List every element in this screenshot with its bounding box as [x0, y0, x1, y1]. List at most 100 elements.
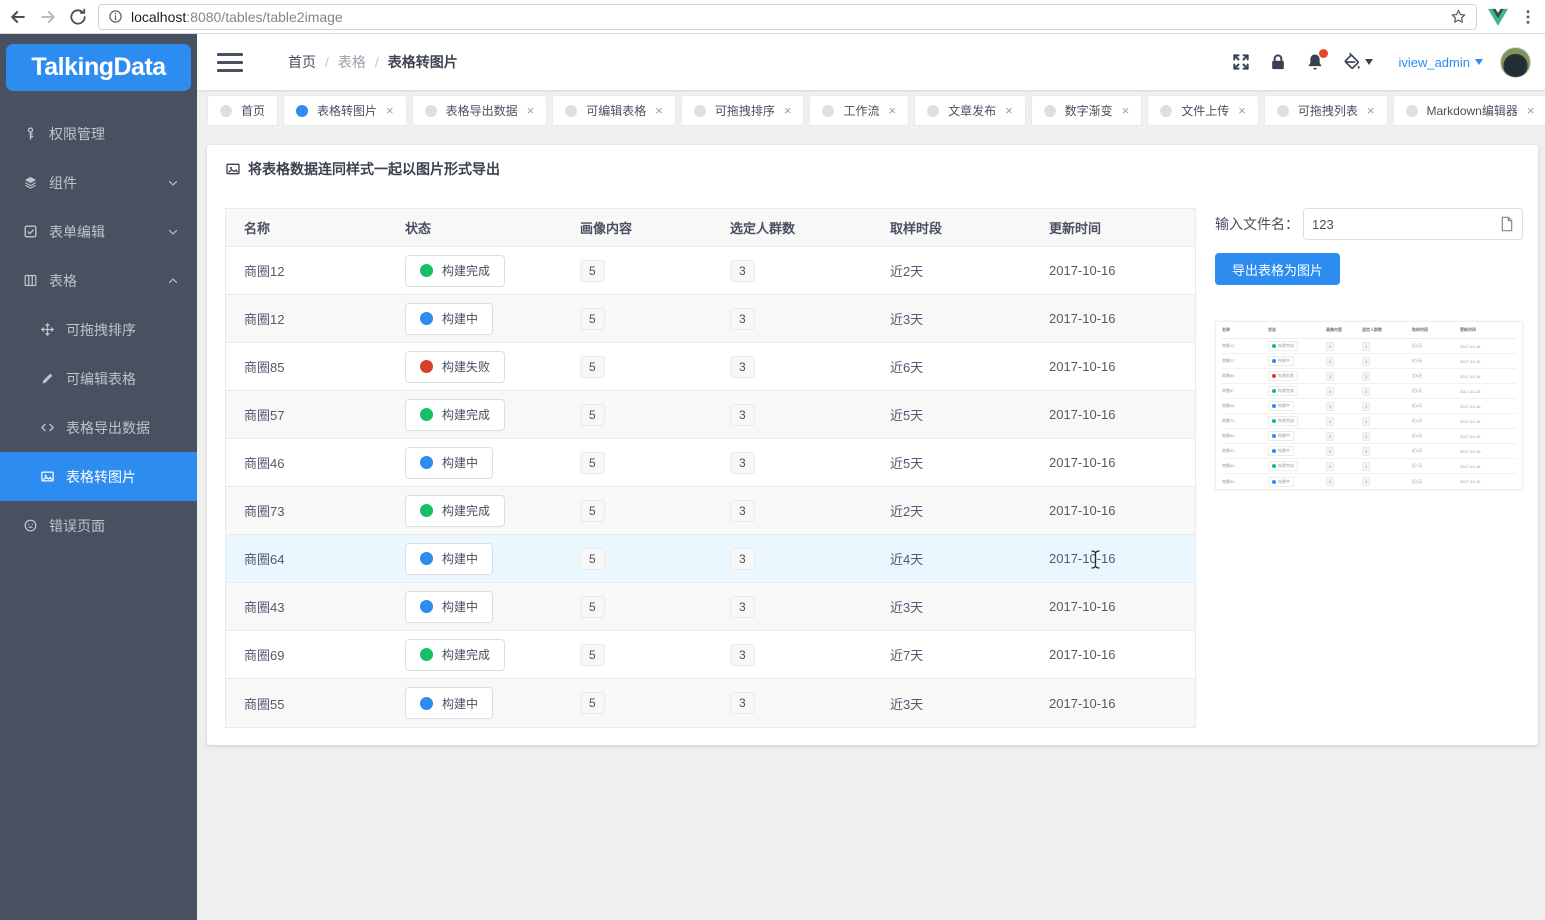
tab-数字渐变[interactable]: 数字渐变 × [1030, 95, 1143, 126]
tab-首页[interactable]: 首页 [207, 95, 279, 126]
tab-close-icon[interactable]: × [527, 104, 535, 117]
sidebar-item-label: 权限管理 [49, 125, 105, 142]
sidebar: TalkingData 权限管理组件 表单编辑表格可拖拽排序 可编辑表格 表格导出数据… [0, 34, 197, 920]
preview-period: 近5天 [1412, 403, 1423, 408]
table-row[interactable]: 商圈57 构建完成 5 3 近5天 2017-10-16 [226, 391, 1195, 439]
document-icon [1500, 216, 1514, 232]
table-row[interactable]: 商圈12 构建中 5 3 近3天 2017-10-16 [226, 295, 1195, 343]
audience-count-tag: 3 [730, 499, 755, 522]
preview-tag: 3 [1362, 341, 1371, 351]
preview-row: 商圈64 构建中 5 3 近4天 2017-10-16 [1222, 429, 1516, 444]
url-bar[interactable]: localhost:8080/tables/table2image [98, 3, 1477, 30]
preview-tag: 5 [1326, 477, 1335, 486]
tab-工作流[interactable]: 工作流 × [809, 95, 910, 126]
forward-icon[interactable] [38, 7, 58, 27]
cell-updated: 2017-10-16 [1049, 551, 1116, 566]
preview-updated: 2017-10-16 [1460, 448, 1481, 454]
sidebar-item-table-to-image[interactable]: 表格转图片 [0, 452, 197, 501]
preview-status: 构建失败 [1268, 371, 1326, 381]
menu-toggle-icon[interactable] [217, 52, 243, 72]
sidebar-item-error-pages[interactable]: 错误页面 [0, 501, 197, 550]
preview-updated: 2017-10-16 [1460, 418, 1481, 424]
tab-label: 可拖拽列表 [1297, 104, 1358, 118]
tab-close-icon[interactable]: × [784, 104, 792, 117]
table-row[interactable]: 商圈73 构建完成 5 3 近2天 2017-10-16 [226, 487, 1195, 535]
tab-可拖拽列表[interactable]: 可拖拽列表 × [1263, 95, 1388, 126]
sidebar-item-permissions[interactable]: 权限管理 [0, 109, 197, 158]
sidebar-item-tables[interactable]: 表格 [0, 256, 197, 305]
table-row[interactable]: 商圈55 构建中 5 3 近3天 2017-10-16 [226, 679, 1195, 727]
export-table-button[interactable]: 导出表格为图片 [1215, 253, 1341, 285]
preview-status-badge: 构建中 [1268, 356, 1294, 366]
sidebar-item-label: 表格 [49, 272, 77, 289]
tab-close-icon[interactable]: × [888, 104, 896, 117]
sidebar-item-form-editor[interactable]: 表单编辑 [0, 207, 197, 256]
top-header: 首页 / 表格 / 表格转图片 iview_admin [197, 34, 1545, 90]
preview-portrait: 5 [1326, 386, 1362, 396]
avatar[interactable] [1500, 46, 1531, 78]
table-row[interactable]: 商圈12 构建完成 5 3 近2天 2017-10-16 [226, 247, 1195, 295]
tab-state-dot [822, 104, 835, 117]
theme-dropdown[interactable] [1342, 52, 1374, 72]
info-icon[interactable] [108, 9, 123, 24]
tab-close-icon[interactable]: × [1122, 104, 1130, 117]
preview-status-label: 构建中 [1278, 358, 1290, 363]
tab-表格转图片[interactable]: 表格转图片 × [283, 95, 407, 126]
bookmark-star-icon[interactable] [1450, 8, 1467, 25]
preview-row: 商圈12 构建中 5 3 近3天 2017-10-16 [1222, 354, 1516, 369]
tab-close-icon[interactable]: × [1238, 104, 1246, 117]
sidebar-item-components[interactable]: 组件 [0, 158, 197, 207]
chevron-down-icon [1365, 59, 1374, 65]
user-dropdown[interactable]: iview_admin [1398, 55, 1483, 70]
tab-close-icon[interactable]: × [1367, 104, 1375, 117]
sidebar-item-draggable-sort[interactable]: 可拖拽排序 [0, 305, 197, 354]
tab-close-icon[interactable]: × [1005, 104, 1013, 117]
fullscreen-icon[interactable] [1231, 52, 1251, 72]
tab-close-icon[interactable]: × [386, 104, 394, 117]
table-row[interactable]: 商圈69 构建完成 5 3 近7天 2017-10-16 [226, 631, 1195, 679]
cell-name: 商圈12 [244, 264, 285, 279]
preview-portrait: 5 [1326, 416, 1362, 426]
reload-icon[interactable] [68, 7, 88, 27]
cell-audience: 3 [712, 499, 872, 522]
key-icon [23, 126, 38, 141]
tab-Markdown编辑器[interactable]: Markdown编辑器 × [1392, 95, 1545, 126]
tab-可拖拽排序[interactable]: 可拖拽排序 × [680, 95, 805, 126]
portrait-count-tag: 5 [580, 307, 605, 330]
preview-column-header: 取样时段 [1412, 327, 1428, 332]
table-row[interactable]: 商圈85 构建失败 5 3 近6天 2017-10-16 [226, 343, 1195, 391]
preview-status: 构建完成 [1268, 386, 1326, 396]
filename-input[interactable] [1312, 216, 1494, 232]
status-label: 构建完成 [442, 264, 491, 278]
tab-close-icon[interactable]: × [1527, 104, 1535, 117]
vue-devtools-icon[interactable] [1487, 7, 1509, 27]
breadcrumb-home[interactable]: 首页 [288, 52, 316, 72]
status-dot-icon [420, 504, 433, 517]
status-dot-icon [420, 600, 433, 613]
tab-可编辑表格[interactable]: 可编辑表格 × [552, 95, 676, 126]
sidebar-item-table-export[interactable]: 表格导出数据 [0, 403, 197, 452]
table-row[interactable]: 商圈64 构建中 5 3 近4天 2017-10-16 [226, 535, 1195, 583]
portrait-count-tag: 5 [580, 259, 605, 282]
table-row[interactable]: 商圈46 构建中 5 3 近5天 2017-10-16 [226, 439, 1195, 487]
app-logo[interactable]: TalkingData [6, 44, 191, 91]
tab-表格导出数据[interactable]: 表格导出数据 × [411, 95, 548, 126]
preview-tag: 3 [1362, 431, 1371, 441]
sidebar-item-label: 表格转图片 [66, 468, 136, 485]
browser-menu-icon[interactable] [1519, 8, 1537, 26]
status-badge: 构建中 [405, 542, 494, 575]
preview-updated: 2017-10-16 [1460, 358, 1481, 364]
column-header: 名称 [244, 221, 271, 236]
notifications-bell-icon[interactable] [1305, 49, 1329, 72]
tab-文章发布[interactable]: 文章发布 × [914, 95, 1026, 126]
sidebar-item-editable-table[interactable]: 可编辑表格 [0, 354, 197, 403]
preview-tag: 3 [1362, 416, 1371, 426]
lock-icon[interactable] [1268, 52, 1288, 72]
tab-close-icon[interactable]: × [655, 104, 663, 117]
cell-period: 近3天 [890, 312, 924, 327]
status-badge: 构建中 [405, 302, 494, 335]
table-row[interactable]: 商圈43 构建中 5 3 近3天 2017-10-16 [226, 583, 1195, 631]
tab-文件上传[interactable]: 文件上传 × [1147, 95, 1259, 126]
back-icon[interactable] [8, 7, 28, 27]
status-badge: 构建中 [405, 590, 494, 623]
